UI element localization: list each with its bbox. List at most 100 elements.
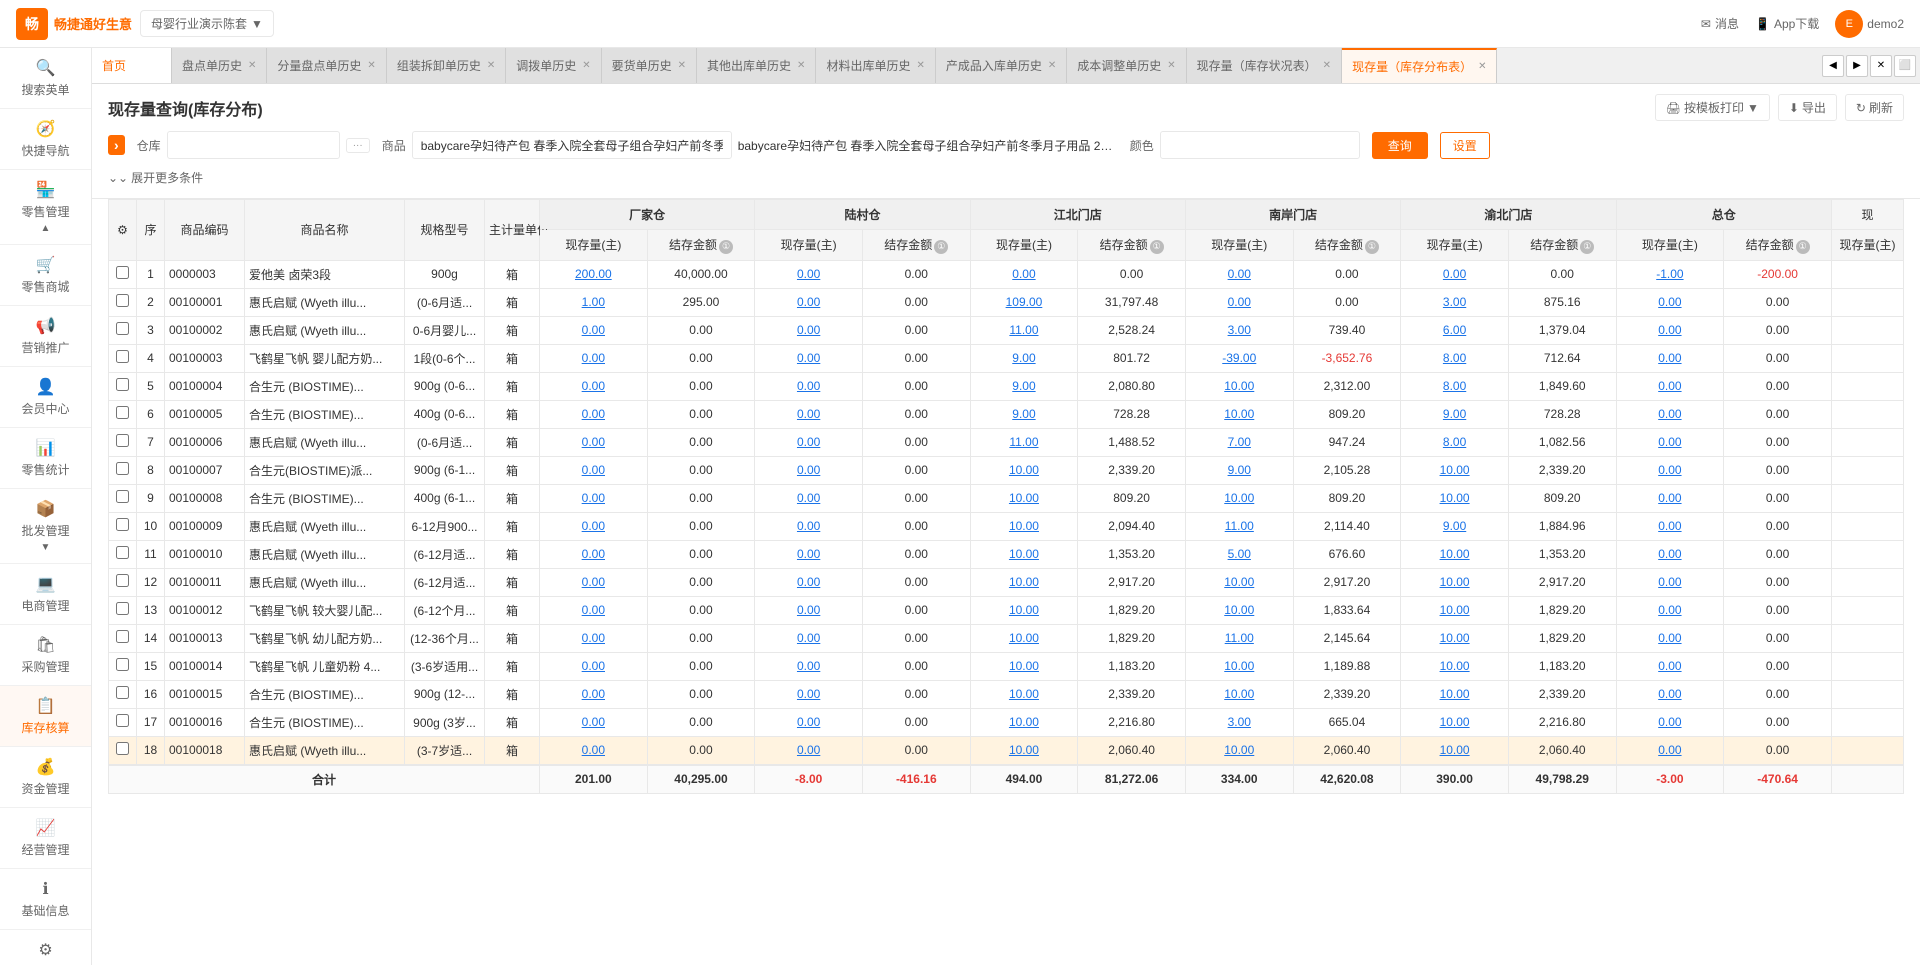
cell-yb-qty[interactable]: 10.00 [1401, 708, 1509, 736]
cell-yb-qty[interactable]: 8.00 [1401, 372, 1509, 400]
cell-checkbox[interactable] [109, 568, 137, 596]
cell-f-qty[interactable]: 0.00 [540, 624, 648, 652]
cell-zc-qty[interactable]: 0.00 [1616, 652, 1724, 680]
cell-l-qty[interactable]: 0.00 [755, 428, 863, 456]
cell-checkbox[interactable] [109, 680, 137, 708]
sidebar-item-member[interactable]: 👤 会员中心 [0, 367, 91, 428]
app-download-btn[interactable]: 📱 App下载 [1755, 15, 1819, 32]
cell-f-qty[interactable]: 200.00 [540, 260, 648, 288]
print-btn[interactable]: 🖨 按模板打印 ▼ [1655, 94, 1770, 121]
cell-na-qty[interactable]: 10.00 [1185, 484, 1293, 512]
col-header-settings[interactable]: ⚙ [109, 200, 137, 261]
cell-yb-qty[interactable]: 10.00 [1401, 484, 1509, 512]
tab-cost-adjust[interactable]: 成本调整单历史 ✕ [1067, 48, 1186, 83]
info-icon[interactable]: ① [1580, 240, 1594, 254]
cell-f-qty[interactable]: 0.00 [540, 708, 648, 736]
tab-close-all-btn[interactable]: ✕ [1870, 55, 1892, 77]
tab-maximize-btn[interactable]: ⬜ [1894, 55, 1916, 77]
cell-l-qty[interactable]: 0.00 [755, 456, 863, 484]
cell-jb-qty[interactable]: 9.00 [970, 400, 1078, 428]
cell-f-qty[interactable]: 0.00 [540, 344, 648, 372]
cell-f-qty[interactable]: 0.00 [540, 456, 648, 484]
cell-na-qty[interactable]: 5.00 [1185, 540, 1293, 568]
cell-jb-qty[interactable]: 10.00 [970, 624, 1078, 652]
tab-transfer[interactable]: 调拨单历史 ✕ [506, 48, 601, 83]
query-btn[interactable]: 查询 [1372, 132, 1428, 159]
cell-f-qty[interactable]: 0.00 [540, 680, 648, 708]
sidebar-item-basic[interactable]: ℹ 基础信息 [0, 869, 91, 930]
cell-f-qty[interactable]: 0.00 [540, 372, 648, 400]
cell-na-qty[interactable]: 10.00 [1185, 400, 1293, 428]
settings-btn[interactable]: 设置 [1440, 132, 1490, 159]
cell-checkbox[interactable] [109, 512, 137, 540]
tab-home[interactable]: 首页 [92, 48, 172, 83]
cell-l-qty[interactable]: 0.00 [755, 484, 863, 512]
sidebar-item-retail-stats[interactable]: 📊 零售统计 [0, 428, 91, 489]
color-input[interactable] [1160, 131, 1360, 159]
cell-na-qty[interactable]: 9.00 [1185, 456, 1293, 484]
cell-zc-qty[interactable]: -1.00 [1616, 260, 1724, 288]
tab-product-in[interactable]: 产成品入库单历史 ✕ [936, 48, 1067, 83]
cell-l-qty[interactable]: 0.00 [755, 288, 863, 316]
cell-checkbox[interactable] [109, 652, 137, 680]
tab-close-icon[interactable]: ✕ [367, 60, 375, 71]
user-profile[interactable]: E demo2 [1835, 10, 1904, 38]
cell-l-qty[interactable]: 0.00 [755, 540, 863, 568]
info-icon[interactable]: ① [934, 240, 948, 254]
tab-order[interactable]: 要货单历史 ✕ [602, 48, 697, 83]
tab-close-icon[interactable]: ✕ [582, 60, 590, 71]
cell-f-qty[interactable]: 1.00 [540, 288, 648, 316]
cell-checkbox[interactable] [109, 736, 137, 765]
sidebar-item-retail-manage[interactable]: 🏪 零售管理 ▲ [0, 170, 91, 245]
cell-zc-qty[interactable]: 0.00 [1616, 708, 1724, 736]
cell-jb-qty[interactable]: 0.00 [970, 260, 1078, 288]
cell-na-qty[interactable]: 10.00 [1185, 736, 1293, 765]
tab-stock-dist[interactable]: 现存量（库存分布表） ✕ [1342, 48, 1497, 83]
cell-f-qty[interactable]: 0.00 [540, 540, 648, 568]
tab-stock-status[interactable]: 现存量（库存状况表） ✕ [1187, 48, 1342, 83]
info-icon[interactable]: ① [1365, 240, 1379, 254]
tab-close-icon[interactable]: ✕ [678, 60, 686, 71]
cell-checkbox[interactable] [109, 288, 137, 316]
sidebar-item-nav[interactable]: 🧭 快捷导航 [0, 109, 91, 170]
cell-na-qty[interactable]: 7.00 [1185, 428, 1293, 456]
cell-l-qty[interactable]: 0.00 [755, 344, 863, 372]
cell-zc-qty[interactable]: 0.00 [1616, 484, 1724, 512]
cell-l-qty[interactable]: 0.00 [755, 596, 863, 624]
cell-yb-qty[interactable]: 9.00 [1401, 512, 1509, 540]
cell-f-qty[interactable]: 0.00 [540, 400, 648, 428]
cell-yb-qty[interactable]: 10.00 [1401, 624, 1509, 652]
cell-checkbox[interactable] [109, 540, 137, 568]
cell-na-qty[interactable]: 0.00 [1185, 288, 1293, 316]
tab-inventory-check[interactable]: 盘点单历史 ✕ [172, 48, 267, 83]
cell-na-qty[interactable]: 10.00 [1185, 652, 1293, 680]
cell-checkbox[interactable] [109, 708, 137, 736]
cell-na-qty[interactable]: 10.00 [1185, 596, 1293, 624]
sidebar-item-purchase[interactable]: 🛍 采购管理 [0, 625, 91, 686]
tab-partial-check[interactable]: 分量盘点单历史 ✕ [267, 48, 386, 83]
tab-close-icon[interactable]: ✕ [1167, 60, 1175, 71]
cell-l-qty[interactable]: 0.00 [755, 624, 863, 652]
sidebar-item-inventory[interactable]: 📋 库存核算 [0, 686, 91, 747]
cell-checkbox[interactable] [109, 456, 137, 484]
cell-yb-qty[interactable]: 10.00 [1401, 568, 1509, 596]
cell-na-qty[interactable]: 10.00 [1185, 372, 1293, 400]
cell-zc-qty[interactable]: 0.00 [1616, 400, 1724, 428]
cell-l-qty[interactable]: 0.00 [755, 708, 863, 736]
sidebar-item-retail-mall[interactable]: 🛒 零售商城 [0, 245, 91, 306]
cell-yb-qty[interactable]: 10.00 [1401, 540, 1509, 568]
warehouse-select-btn[interactable]: ··· [346, 138, 370, 153]
cell-zc-qty[interactable]: 0.00 [1616, 680, 1724, 708]
cell-jb-qty[interactable]: 10.00 [970, 736, 1078, 765]
cell-l-qty[interactable]: 0.00 [755, 568, 863, 596]
cell-zc-qty[interactable]: 0.00 [1616, 568, 1724, 596]
cell-jb-qty[interactable]: 10.00 [970, 680, 1078, 708]
cell-jb-qty[interactable]: 11.00 [970, 428, 1078, 456]
cell-checkbox[interactable] [109, 372, 137, 400]
cell-checkbox[interactable] [109, 596, 137, 624]
cell-l-qty[interactable]: 0.00 [755, 372, 863, 400]
cell-yb-qty[interactable]: 0.00 [1401, 260, 1509, 288]
tab-close-icon[interactable]: ✕ [1323, 60, 1331, 71]
cell-checkbox[interactable] [109, 316, 137, 344]
cell-l-qty[interactable]: 0.00 [755, 260, 863, 288]
